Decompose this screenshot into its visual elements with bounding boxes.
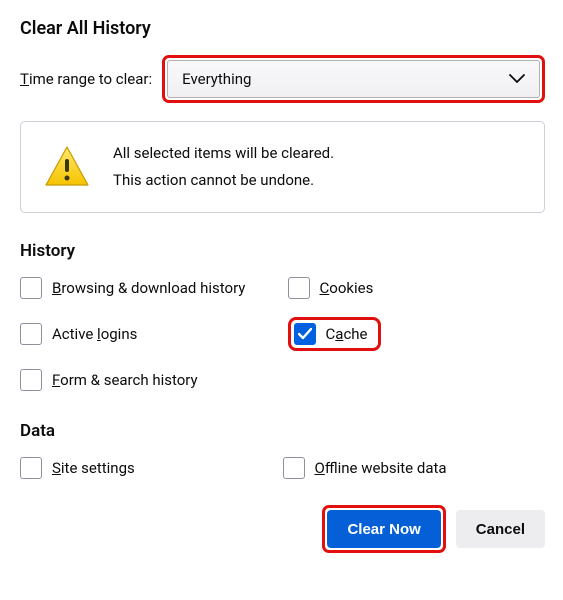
checkbox-label: Active logins [52,325,137,343]
checkbox-form-history[interactable]: Form & search history [20,369,278,391]
warning-box: All selected items will be cleared. This… [20,121,545,213]
data-checkbox-grid: Site settings Offline website data [20,457,545,479]
section-data-title: Data [20,421,545,441]
time-range-select[interactable]: Everything [167,60,540,98]
checkbox-box[interactable] [288,277,310,299]
checkbox-box[interactable] [20,369,42,391]
warning-text: All selected items will be cleared. This… [113,140,334,194]
checkbox-site-settings[interactable]: Site settings [20,457,283,479]
checkbox-browsing-history[interactable]: Browsing & download history [20,277,278,299]
warning-icon [43,145,91,189]
time-range-label: Time range to clear: [20,70,152,88]
history-checkbox-grid: Browsing & download history Cookies Acti… [20,277,545,391]
checkbox-label: Cache [326,325,368,343]
warning-line-2: This action cannot be undone. [113,167,334,194]
time-range-highlight: Everything [162,55,545,103]
checkbox-cache-highlight: Cache [288,317,381,351]
section-history-title: History [20,241,545,261]
warning-line-1: All selected items will be cleared. [113,140,334,167]
checkbox-cookies[interactable]: Cookies [288,277,546,299]
checkbox-label: Form & search history [52,371,198,389]
cancel-button[interactable]: Cancel [456,510,545,548]
time-range-value: Everything [182,70,251,88]
checkbox-box[interactable] [283,457,305,479]
checkbox-label: Cookies [320,279,374,297]
clear-now-button[interactable]: Clear Now [327,510,440,548]
chevron-down-icon [509,74,525,84]
checkbox-box[interactable] [20,457,42,479]
checkbox-offline-data[interactable]: Offline website data [283,457,546,479]
time-range-row: Time range to clear: Everything [20,55,545,103]
checkbox-label: Offline website data [315,459,447,477]
checkbox-label: Site settings [52,459,135,477]
checkbox-cache-wrapper: Cache [288,317,546,351]
dialog-title: Clear All History [20,18,545,39]
checkbox-active-logins[interactable]: Active logins [20,317,278,351]
dialog-button-row: Clear Now Cancel [20,505,545,553]
checkbox-label: Browsing & download history [52,279,245,297]
checkbox-box[interactable] [20,277,42,299]
checkbox-box[interactable] [20,323,42,345]
checkbox-cache[interactable] [294,323,316,345]
clear-now-highlight: Clear Now [322,505,445,553]
